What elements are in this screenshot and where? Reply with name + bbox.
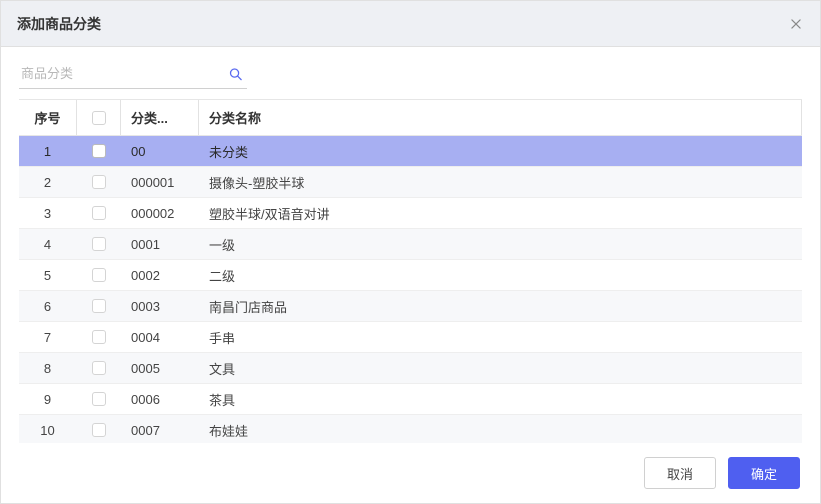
cancel-button[interactable]: 取消	[644, 457, 716, 489]
search-icon[interactable]	[228, 66, 243, 81]
cell-name: 未分类	[199, 136, 802, 166]
cell-seq: 7	[19, 322, 77, 352]
cell-checkbox[interactable]	[77, 322, 121, 352]
cell-name: 南昌门店商品	[199, 291, 802, 321]
cell-seq: 9	[19, 384, 77, 414]
table-row[interactable]: 6 0003南昌门店商品	[19, 291, 802, 322]
table-row[interactable]: 9 0006茶具	[19, 384, 802, 415]
cell-code: 000001	[121, 167, 199, 197]
checkbox-icon[interactable]	[92, 423, 106, 437]
category-table: 序号 分类... 分类名称 1 00未分类 2 000001摄像头-塑胶半球 3 0000…	[19, 99, 802, 443]
checkbox-icon[interactable]	[92, 206, 106, 220]
cell-name: 塑胶半球/双语音对讲	[199, 198, 802, 228]
cell-name: 手串	[199, 322, 802, 352]
cell-name: 茶具	[199, 384, 802, 414]
cell-code: 000002	[121, 198, 199, 228]
checkbox-icon[interactable]	[92, 175, 106, 189]
cell-seq: 2	[19, 167, 77, 197]
cell-seq: 6	[19, 291, 77, 321]
th-select-all[interactable]	[77, 100, 121, 135]
cell-seq: 10	[19, 415, 77, 443]
th-name: 分类名称	[199, 100, 802, 135]
search-input[interactable]	[19, 61, 247, 87]
cell-name: 二级	[199, 260, 802, 290]
cell-checkbox[interactable]	[77, 384, 121, 414]
table-row[interactable]: 1 00未分类	[19, 136, 802, 167]
table-row[interactable]: 3 000002塑胶半球/双语音对讲	[19, 198, 802, 229]
checkbox-icon[interactable]	[92, 111, 106, 125]
table-row[interactable]: 5 0002二级	[19, 260, 802, 291]
th-seq: 序号	[19, 100, 77, 135]
close-icon[interactable]	[788, 16, 804, 32]
cell-checkbox[interactable]	[77, 167, 121, 197]
cell-code: 0005	[121, 353, 199, 383]
cell-checkbox[interactable]	[77, 353, 121, 383]
checkbox-icon[interactable]	[92, 392, 106, 406]
cell-code: 00	[121, 136, 199, 166]
cell-seq: 3	[19, 198, 77, 228]
cell-code: 0006	[121, 384, 199, 414]
cell-seq: 1	[19, 136, 77, 166]
th-code: 分类...	[121, 100, 199, 135]
checkbox-icon[interactable]	[92, 299, 106, 313]
table-header-row: 序号 分类... 分类名称	[19, 100, 802, 136]
cell-code: 0001	[121, 229, 199, 259]
checkbox-icon[interactable]	[92, 268, 106, 282]
confirm-button[interactable]: 确定	[728, 457, 800, 489]
table-row[interactable]: 10 0007布娃娃	[19, 415, 802, 443]
cell-code: 0004	[121, 322, 199, 352]
checkbox-icon[interactable]	[92, 144, 106, 158]
cell-seq: 8	[19, 353, 77, 383]
cell-name: 摄像头-塑胶半球	[199, 167, 802, 197]
cell-code: 0007	[121, 415, 199, 443]
cell-checkbox[interactable]	[77, 198, 121, 228]
cell-checkbox[interactable]	[77, 291, 121, 321]
modal-body: 序号 分类... 分类名称 1 00未分类 2 000001摄像头-塑胶半球 3 0000…	[1, 47, 820, 443]
table-row[interactable]: 7 0004手串	[19, 322, 802, 353]
cell-code: 0002	[121, 260, 199, 290]
table-row[interactable]: 8 0005文具	[19, 353, 802, 384]
cell-name: 一级	[199, 229, 802, 259]
cell-checkbox[interactable]	[77, 260, 121, 290]
checkbox-icon[interactable]	[92, 330, 106, 344]
modal-title: 添加商品分类	[17, 14, 101, 34]
table-row[interactable]: 4 0001一级	[19, 229, 802, 260]
table-row[interactable]: 2 000001摄像头-塑胶半球	[19, 167, 802, 198]
checkbox-icon[interactable]	[92, 361, 106, 375]
modal-header: 添加商品分类	[1, 1, 820, 47]
modal-footer: 取消 确定	[1, 443, 820, 503]
add-category-modal: 添加商品分类 序号 分类...	[0, 0, 821, 504]
cell-checkbox[interactable]	[77, 415, 121, 443]
cell-name: 文具	[199, 353, 802, 383]
cell-checkbox[interactable]	[77, 229, 121, 259]
cell-seq: 4	[19, 229, 77, 259]
cell-name: 布娃娃	[199, 415, 802, 443]
search-wrap	[19, 59, 247, 89]
cell-seq: 5	[19, 260, 77, 290]
checkbox-icon[interactable]	[92, 237, 106, 251]
cell-checkbox[interactable]	[77, 136, 121, 166]
cell-code: 0003	[121, 291, 199, 321]
table-body[interactable]: 1 00未分类 2 000001摄像头-塑胶半球 3 000002塑胶半球/双语音对讲 4 0…	[19, 136, 802, 443]
